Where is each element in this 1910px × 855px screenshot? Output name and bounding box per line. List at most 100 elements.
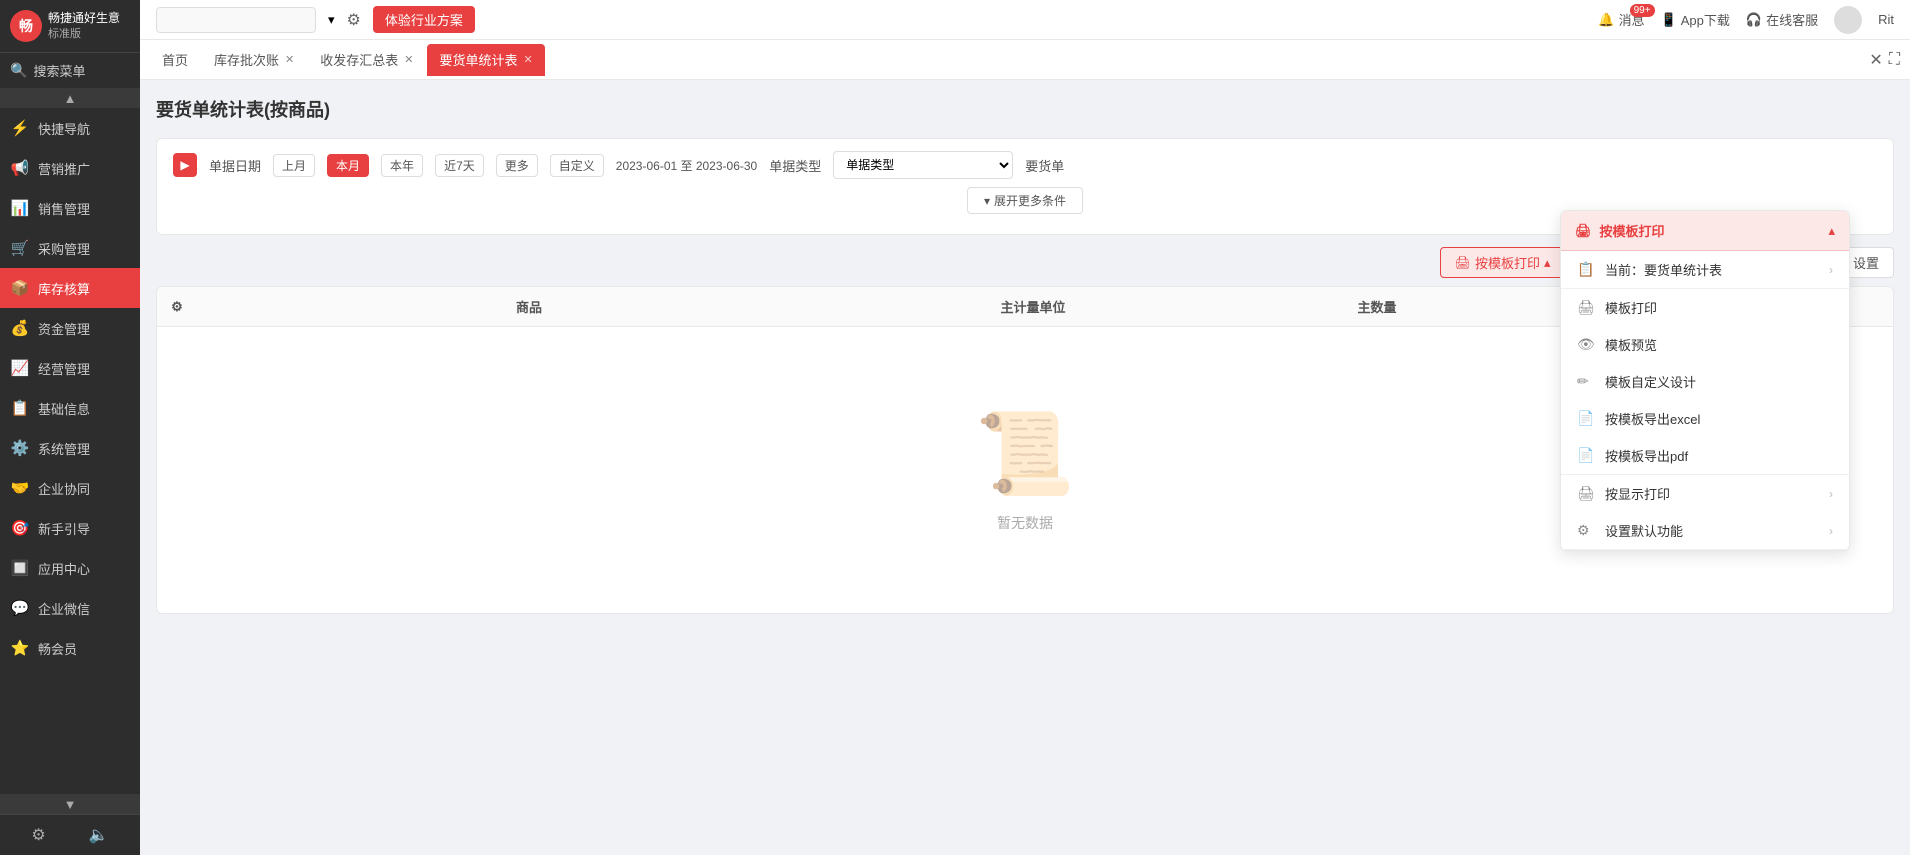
sidebar-item-wechat[interactable]: 💬 企业微信	[0, 588, 140, 628]
sidebar-item-basic[interactable]: 📋 基础信息	[0, 388, 140, 428]
sound-icon[interactable]: 🔈	[89, 825, 109, 845]
app-logo: 畅 畅捷通好生意 标准版	[0, 0, 140, 53]
tab-home[interactable]: 首页	[150, 44, 200, 76]
messages-badge: 99+	[1630, 4, 1655, 17]
sidebar-scroll-up[interactable]: ▲	[0, 88, 140, 108]
settings-bottom-icon[interactable]: ⚙	[31, 825, 45, 845]
expand-more-btn[interactable]: ▾ 展开更多条件	[967, 187, 1083, 214]
breadcrumb-dropdown-icon[interactable]: ▾	[328, 12, 335, 28]
sidebar-item-label: 快捷导航	[38, 119, 90, 138]
dropdown-item-template-preview[interactable]: 👁 模板预览	[1561, 326, 1849, 363]
search-icon: 🔍	[10, 62, 27, 79]
online-service-label: 在线客服	[1766, 10, 1818, 29]
sidebar-item-appstore[interactable]: 🔲 应用中心	[0, 548, 140, 588]
sidebar-item-marketing[interactable]: 📢 营销推广	[0, 148, 140, 188]
current-label-text: 当前：要货单统计表	[1605, 260, 1722, 279]
sidebar-item-operation[interactable]: 📈 经营管理	[0, 348, 140, 388]
expand-down-icon: ▾	[984, 194, 990, 208]
display-print-left: 🖨 按显示打印	[1577, 484, 1670, 503]
dropdown-display-print[interactable]: 🖨 按显示打印 ›	[1561, 475, 1849, 512]
default-func-left: ⚙ 设置默认功能	[1577, 521, 1683, 540]
wechat-icon: 💬	[10, 598, 30, 618]
date-btn-this-year[interactable]: 本年	[381, 154, 423, 177]
tab-receipt-summary-label: 收发存汇总表	[320, 50, 398, 69]
print-dropdown-menu: 🖨 按模板打印 ▴ 📋 当前：要货单统计表 › 🖨 模板打印	[1560, 210, 1850, 551]
window-maximize-icon[interactable]: ⛶	[1889, 51, 1900, 69]
date-label: 单据日期	[209, 156, 261, 175]
template-pdf-icon: 📄	[1577, 447, 1595, 464]
app-download-button[interactable]: 📱 App下载	[1661, 10, 1730, 29]
newbie-icon: 🎯	[10, 518, 30, 538]
app-download-label: App下载	[1681, 10, 1730, 29]
sidebar-bottom: ⚙ 🔈	[0, 814, 140, 855]
tab-bar-right: ✕ ⛶	[1869, 50, 1900, 70]
date-btn-7days[interactable]: 近7天	[435, 154, 484, 177]
bill-type-select[interactable]: 单据类型	[833, 151, 1013, 179]
operation-icon: 📈	[10, 358, 30, 378]
sidebar-item-label: 销售管理	[38, 199, 90, 218]
print-label: 按模板打印	[1475, 253, 1540, 272]
dropdown-header[interactable]: 🖨 按模板打印 ▴	[1561, 211, 1849, 251]
date-btn-custom[interactable]: 自定义	[550, 154, 604, 177]
tab-home-label: 首页	[162, 50, 188, 69]
sidebar-item-system[interactable]: ⚙️ 系统管理	[0, 428, 140, 468]
header-gear-icon[interactable]: ⚙	[347, 10, 361, 30]
sidebar-item-sales[interactable]: 📊 销售管理	[0, 188, 140, 228]
template-pdf-label: 按模板导出pdf	[1605, 446, 1688, 465]
sidebar-item-label: 资金管理	[38, 319, 90, 338]
sidebar-item-inventory[interactable]: 📦 库存核算	[0, 268, 140, 308]
dropdown-default-func[interactable]: ⚙ 设置默认功能 ›	[1561, 512, 1849, 549]
template-print-icon: 🖨	[1577, 299, 1595, 316]
tab-receipt-summary[interactable]: 收发存汇总表 ✕	[308, 44, 425, 76]
messages-button[interactable]: 🔔 消息 99+	[1598, 10, 1644, 29]
sidebar-item-newbie[interactable]: 🎯 新手引导	[0, 508, 140, 548]
online-service-button[interactable]: 🎧 在线客服	[1746, 10, 1818, 29]
tab-inventory-batch[interactable]: 库存批次账 ✕	[202, 44, 306, 76]
dropdown-print-icon: 🖨	[1575, 223, 1592, 239]
dropdown-collapse-icon[interactable]: ▴	[1828, 223, 1835, 239]
dropdown-item-template-custom[interactable]: ✏ 模板自定义设计	[1561, 363, 1849, 400]
sidebar-item-shortcut[interactable]: ⚡ 快捷导航	[0, 108, 140, 148]
sidebar-item-finance[interactable]: 💰 资金管理	[0, 308, 140, 348]
sidebar-scroll-down[interactable]: ▼	[0, 794, 140, 814]
mobile-icon: 📱	[1661, 12, 1677, 28]
dropdown-items-section: 🖨 模板打印 👁 模板预览 ✏ 模板自定义设计 📄 按模板导出excel 📄	[1561, 289, 1849, 475]
header-right: 🔔 消息 99+ 📱 App下载 🎧 在线客服 Rit	[1598, 6, 1894, 34]
dropdown-item-template-excel[interactable]: 📄 按模板导出excel	[1561, 400, 1849, 437]
window-close-icon[interactable]: ✕	[1869, 50, 1882, 70]
logo-text: 畅捷通好生意 标准版	[48, 11, 120, 41]
sidebar-item-label: 营销推广	[38, 159, 90, 178]
print-template-button[interactable]: 🖨 按模板打印 ▴	[1440, 247, 1566, 278]
marketing-icon: 📢	[10, 158, 30, 178]
page-title: 要货单统计表(按商品)	[156, 96, 1894, 122]
empty-text: 暂无数据	[997, 513, 1053, 533]
th-settings[interactable]: ⚙	[157, 289, 197, 325]
sidebar-item-member[interactable]: ⭐ 畅会员	[0, 628, 140, 668]
empty-illustration: 📜	[975, 407, 1075, 501]
avatar[interactable]	[1834, 6, 1862, 34]
tab-inventory-batch-close[interactable]: ✕	[285, 53, 294, 66]
content-area: 要货单统计表(按商品) ▶ 单据日期 上月 本月 本年 近7天 更多 自定义 2…	[140, 80, 1910, 855]
date-btn-last-month[interactable]: 上月	[273, 154, 315, 177]
dropdown-current-section: 📋 当前：要货单统计表 ›	[1561, 251, 1849, 289]
date-btn-this-month[interactable]: 本月	[327, 154, 369, 177]
dropdown-item-template-pdf[interactable]: 📄 按模板导出pdf	[1561, 437, 1849, 474]
tab-requisition-stats-close[interactable]: ✕	[524, 53, 533, 66]
trial-button[interactable]: 体验行业方案	[373, 6, 475, 33]
date-btn-more[interactable]: 更多	[496, 154, 538, 177]
filter-expand-icon[interactable]: ▶	[173, 153, 197, 177]
basic-icon: 📋	[10, 398, 30, 418]
dropdown-current-item[interactable]: 📋 当前：要货单统计表 ›	[1561, 251, 1849, 288]
th-goods: 商品	[197, 287, 861, 326]
tab-requisition-stats[interactable]: 要货单统计表 ✕	[427, 44, 544, 76]
filter-row-1: ▶ 单据日期 上月 本月 本年 近7天 更多 自定义 2023-06-01 至 …	[173, 151, 1877, 179]
sidebar-search[interactable]: 🔍 搜索菜单	[0, 53, 140, 88]
breadcrumb-input[interactable]	[156, 7, 316, 33]
dropdown-header-label: 按模板打印	[1600, 221, 1665, 240]
sidebar-item-collab[interactable]: 🤝 企业协同	[0, 468, 140, 508]
dropdown-item-template-print[interactable]: 🖨 模板打印	[1561, 289, 1849, 326]
sidebar-item-purchase[interactable]: 🛒 采购管理	[0, 228, 140, 268]
header-left: ▾ ⚙ 体验行业方案	[156, 6, 475, 33]
th-qty: 主数量	[1205, 287, 1549, 326]
tab-receipt-summary-close[interactable]: ✕	[404, 53, 413, 66]
